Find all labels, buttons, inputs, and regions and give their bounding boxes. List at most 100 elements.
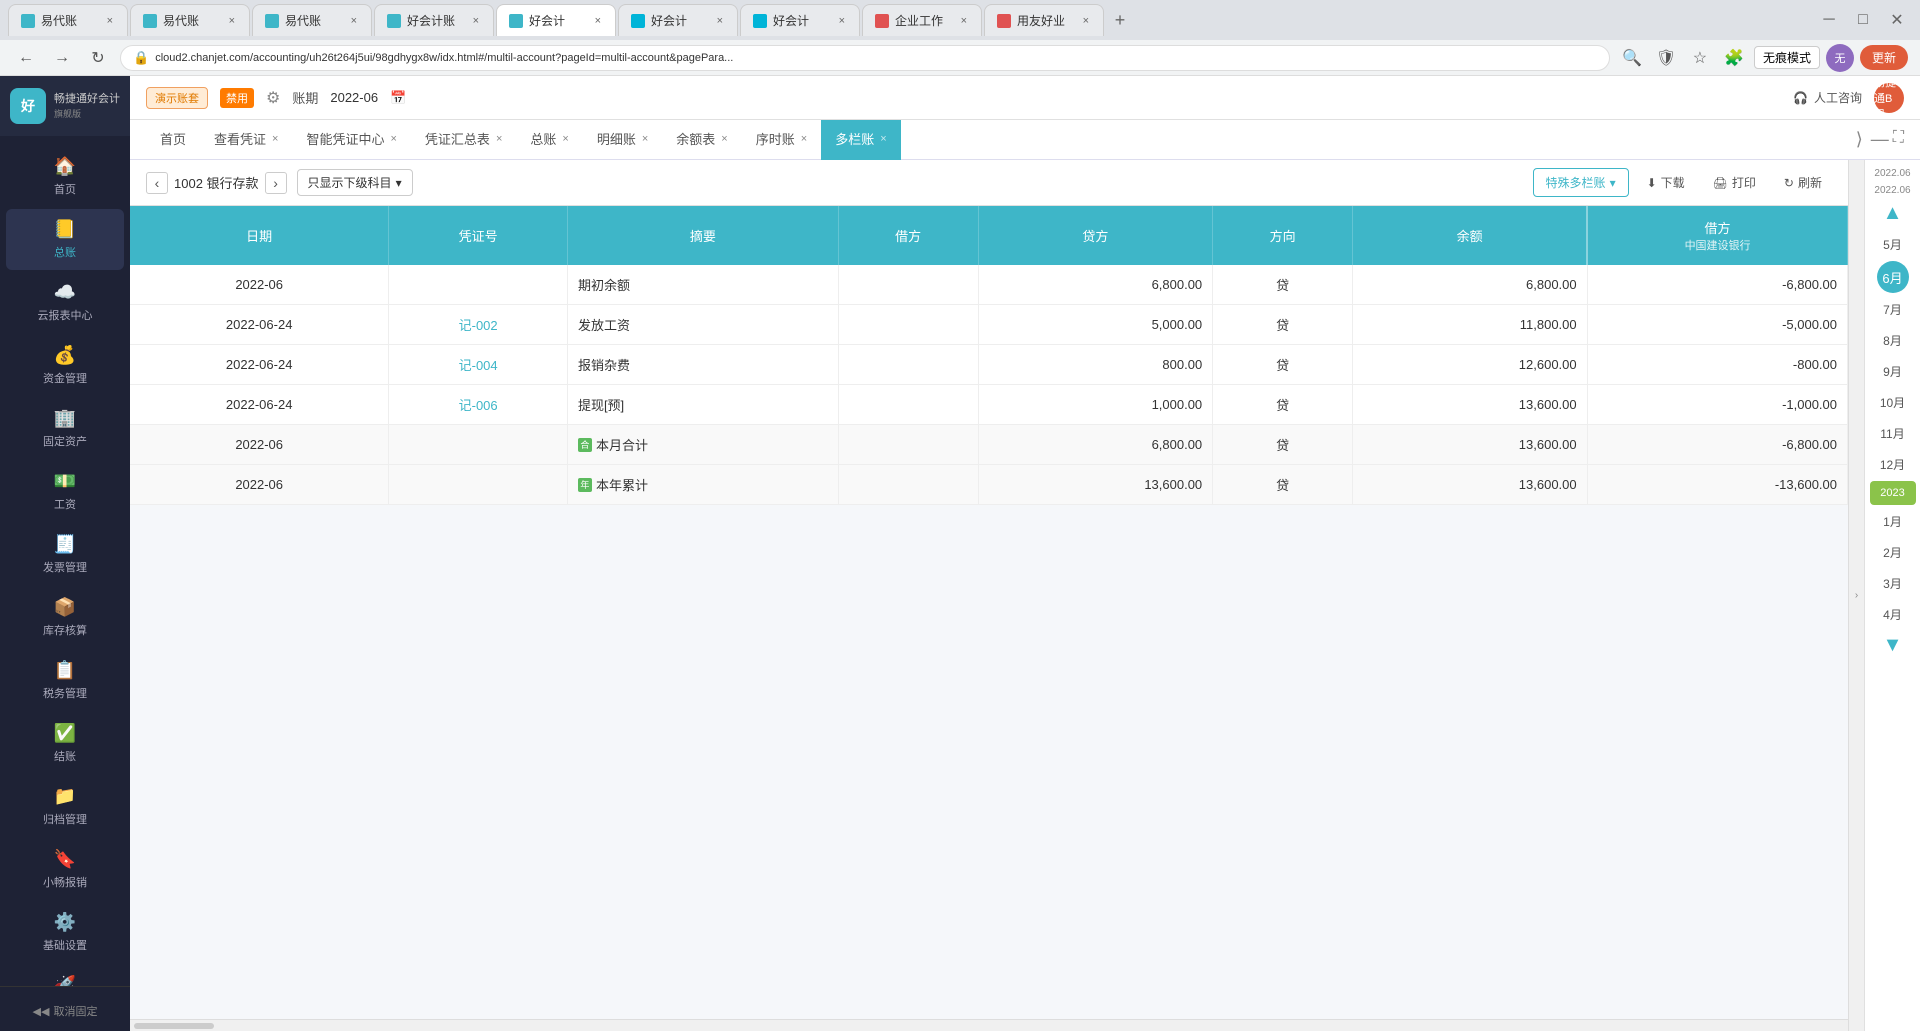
- tab-balance-close[interactable]: ×: [721, 133, 727, 145]
- next-account-button[interactable]: ›: [265, 172, 287, 194]
- panel-down-arrow[interactable]: ▼: [1879, 630, 1907, 661]
- tab-close-7[interactable]: ×: [837, 13, 847, 29]
- tab-voucher-close[interactable]: ×: [272, 133, 278, 145]
- tab-journal[interactable]: 序时账 ×: [742, 120, 821, 160]
- subcategory-filter[interactable]: 只显示下级科目 ▾: [297, 169, 413, 196]
- gear-icon[interactable]: ⚙: [266, 88, 280, 108]
- browser-tab-8[interactable]: 企业工作 ×: [862, 4, 982, 36]
- pin-button[interactable]: ◀◀ 取消固定: [0, 995, 130, 1027]
- tab-close-1[interactable]: ×: [105, 13, 115, 29]
- sidebar-item-invoice[interactable]: 🧾 发票管理: [6, 524, 124, 585]
- tab-general-close[interactable]: ×: [562, 133, 568, 145]
- refresh-button[interactable]: ↻ 刷新: [1774, 169, 1832, 196]
- print-button[interactable]: 🖨 打印: [1703, 169, 1766, 196]
- month-jun[interactable]: 6月: [1877, 261, 1909, 293]
- user-service-button[interactable]: 🎧 人工咨询: [1793, 89, 1862, 106]
- tab-close-9[interactable]: ×: [1081, 13, 1091, 29]
- tab-general-ledger[interactable]: 总账 ×: [516, 120, 582, 160]
- browser-tab-7[interactable]: 好会计 ×: [740, 4, 860, 36]
- month-apr[interactable]: 4月: [1870, 600, 1916, 629]
- month-nov[interactable]: 11月: [1870, 419, 1916, 448]
- browser-tab-9[interactable]: 用友好业 ×: [984, 4, 1104, 36]
- tab-detail-ledger[interactable]: 明细账 ×: [583, 120, 662, 160]
- special-ledger-button[interactable]: 特殊多栏账 ▾: [1533, 168, 1629, 197]
- browser-tab-3[interactable]: 易代账 ×: [252, 4, 372, 36]
- month-jul[interactable]: 7月: [1870, 295, 1916, 324]
- month-may[interactable]: 5月: [1870, 230, 1916, 259]
- tab-label-1: 易代账: [41, 12, 77, 29]
- browser-tab-4[interactable]: 好会计账 ×: [374, 4, 494, 36]
- tab-collapse-button[interactable]: ⟩: [1856, 129, 1863, 150]
- sidebar-item-closing[interactable]: ✅ 结账: [6, 713, 124, 774]
- sidebar-item-funds[interactable]: 💰 资金管理: [6, 335, 124, 396]
- sidebar-item-payroll[interactable]: 💵 工资: [6, 461, 124, 522]
- back-button[interactable]: ←: [12, 44, 40, 72]
- browser-user-avatar[interactable]: 无: [1826, 44, 1854, 72]
- tab-voucher-view[interactable]: 查看凭证 ×: [200, 120, 292, 160]
- new-tab-button[interactable]: +: [1106, 6, 1134, 34]
- cell-direction: 贷: [1213, 265, 1353, 305]
- browser-tab-6[interactable]: 好会计 ×: [618, 4, 738, 36]
- url-input[interactable]: 🔒 cloud2.chanjet.com/accounting/uh26t264…: [120, 45, 1610, 71]
- tab-close-4[interactable]: ×: [471, 13, 481, 29]
- cell-voucher-link[interactable]: 记-002: [389, 305, 568, 345]
- sidebar-item-cloud-reports[interactable]: ☁️ 云报表中心: [6, 272, 124, 333]
- month-mar[interactable]: 3月: [1870, 569, 1916, 598]
- update-button[interactable]: 更新: [1860, 45, 1908, 70]
- tab-close-6[interactable]: ×: [715, 13, 725, 29]
- refresh-nav-button[interactable]: ↻: [84, 44, 112, 72]
- tab-journal-close[interactable]: ×: [801, 133, 807, 145]
- cell-voucher-link[interactable]: 记-006: [389, 385, 568, 425]
- horizontal-scrollbar[interactable]: [130, 1019, 1848, 1031]
- sidebar-item-guide[interactable]: 🚀 新手引导: [6, 965, 124, 986]
- tab-voucher-summary[interactable]: 凭证汇总表 ×: [411, 120, 516, 160]
- panel-minimize-icon[interactable]: —: [1871, 129, 1889, 150]
- silent-mode-button[interactable]: 无痕模式: [1754, 46, 1820, 69]
- bookmark-button[interactable]: ☆: [1686, 44, 1714, 72]
- tab-multi-close[interactable]: ×: [880, 133, 886, 145]
- collapse-panel-button[interactable]: ›: [1848, 160, 1864, 1031]
- panel-expand-icon[interactable]: ⛶: [1893, 129, 1904, 150]
- scrollbar-thumb[interactable]: [134, 1023, 214, 1029]
- tab-summary-close[interactable]: ×: [496, 133, 502, 145]
- restore-button[interactable]: □: [1848, 5, 1878, 35]
- tab-smart-voucher[interactable]: 智能凭证中心 ×: [292, 120, 410, 160]
- tab-close-2[interactable]: ×: [227, 13, 237, 29]
- sidebar-item-ledger[interactable]: 📒 总账: [6, 209, 124, 270]
- sidebar-item-home[interactable]: 🏠 首页: [6, 146, 124, 207]
- sidebar-item-tax[interactable]: 📋 税务管理: [6, 650, 124, 711]
- tab-close-3[interactable]: ×: [349, 13, 359, 29]
- user-avatar[interactable]: 畅捷通B组...: [1874, 83, 1904, 113]
- month-feb[interactable]: 2月: [1870, 538, 1916, 567]
- tab-close-8[interactable]: ×: [959, 13, 969, 29]
- sidebar-item-fixed-assets[interactable]: 🏢 固定资产: [6, 398, 124, 459]
- browser-tab-1[interactable]: 易代账 ×: [8, 4, 128, 36]
- close-button[interactable]: ✕: [1882, 5, 1912, 35]
- download-button[interactable]: ⬇ 下载: [1637, 169, 1695, 196]
- tab-multi-column[interactable]: 多栏账 ×: [821, 120, 900, 160]
- prev-account-button[interactable]: ‹: [146, 172, 168, 194]
- minimize-button[interactable]: ─: [1814, 5, 1844, 35]
- tab-close-5[interactable]: ×: [593, 13, 603, 29]
- tab-home[interactable]: 首页: [146, 120, 200, 160]
- month-oct[interactable]: 10月: [1870, 388, 1916, 417]
- sidebar-item-expense[interactable]: 🔖 小畅报销: [6, 839, 124, 900]
- month-aug[interactable]: 8月: [1870, 326, 1916, 355]
- tab-detail-close[interactable]: ×: [642, 133, 648, 145]
- panel-up-arrow[interactable]: ▲: [1879, 198, 1907, 229]
- tab-balance[interactable]: 余额表 ×: [662, 120, 741, 160]
- browser-tab-5[interactable]: 好会计 ×: [496, 4, 616, 36]
- forward-button[interactable]: →: [48, 44, 76, 72]
- search-page-button[interactable]: 🔍: [1618, 44, 1646, 72]
- extension-button[interactable]: 🧩: [1720, 44, 1748, 72]
- cell-voucher-link[interactable]: 记-004: [389, 345, 568, 385]
- month-dec[interactable]: 12月: [1870, 450, 1916, 479]
- month-jan[interactable]: 1月: [1870, 507, 1916, 536]
- sidebar-item-inventory[interactable]: 📦 库存核算: [6, 587, 124, 648]
- calendar-icon[interactable]: 📅: [390, 90, 406, 106]
- sidebar-item-settings[interactable]: ⚙️ 基础设置: [6, 902, 124, 963]
- month-sep[interactable]: 9月: [1870, 357, 1916, 386]
- browser-tab-2[interactable]: 易代账 ×: [130, 4, 250, 36]
- tab-smart-close[interactable]: ×: [390, 133, 396, 145]
- sidebar-item-archive[interactable]: 📁 归档管理: [6, 776, 124, 837]
